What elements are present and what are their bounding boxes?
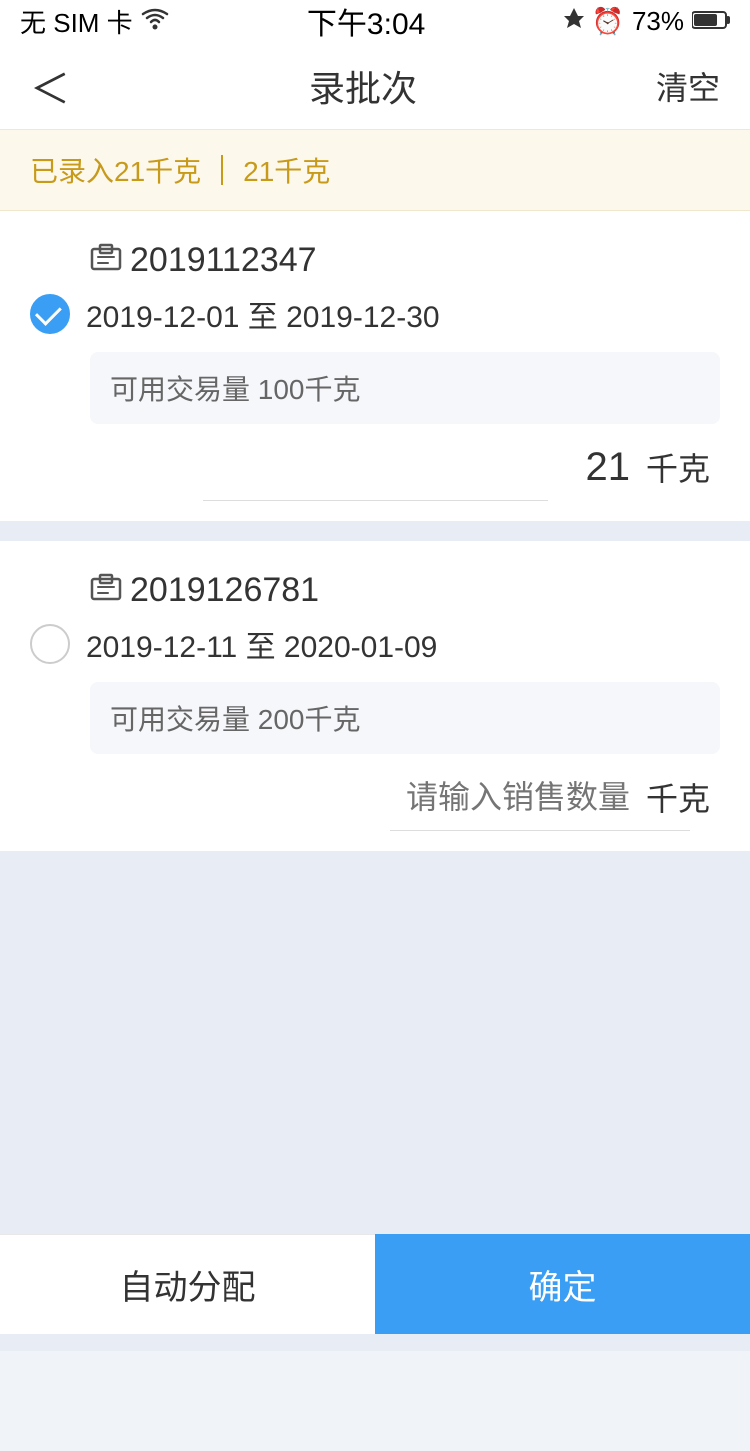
summary-divider [221,155,223,185]
batch-id-row-1: 2019112347 [90,241,720,280]
nav-bar: ＜ 录批次 清空 [0,42,750,130]
auto-distribute-button[interactable]: 自动分配 [0,1234,375,1334]
batch-date-row-1[interactable]: 2019-12-01 至 2019-12-30 [30,292,720,336]
battery-percent: 73% [632,6,684,37]
alarm-icon: ⏰ [592,6,624,37]
status-left: 无 SIM 卡 [20,3,169,40]
section-divider [0,521,750,541]
battery-icon [692,6,730,37]
divider-2 [390,830,690,831]
page-title: 录批次 [309,60,417,112]
batch-radio-2[interactable] [30,624,70,664]
batch-id-1: 2019112347 [130,241,317,280]
batch-quantity-unit-2: 千克 [646,774,710,820]
batch-availability-2: 可用交易量 200千克 [90,682,720,754]
batch-quantity-row-2: 千克 [30,754,720,830]
batch-icon-1 [90,242,122,279]
summary-banner: 已录入21千克 21千克 [0,130,750,211]
confirm-button[interactable]: 确定 [375,1234,750,1334]
no-sim-text: 无 SIM 卡 [20,3,133,40]
status-right: ⏰ 73% [564,6,730,37]
batch-availability-1: 可用交易量 100千克 [90,352,720,424]
back-button[interactable]: ＜ [30,57,70,115]
summary-label: 已录入21千克 [30,150,201,190]
bottom-bar: 自动分配 确定 [0,1234,750,1334]
status-bar: 无 SIM 卡 下午3:04 ⏰ 73% [0,0,750,42]
divider-1 [203,500,548,501]
status-time: 下午3:04 [307,0,425,43]
batch-id-row-2: 2019126781 [90,571,720,610]
batch-quantity-value-1: 21 [585,445,630,490]
batch-date-row-2[interactable]: 2019-12-11 至 2020-01-09 [30,622,720,666]
batch-date-2: 2019-12-11 至 2020-01-09 [86,622,437,666]
batch-item-1: 2019112347 2019-12-01 至 2019-12-30 可用交易量… [0,211,750,521]
batch-quantity-unit-1: 千克 [646,444,710,490]
batch-quantity-row-1: 21 千克 [30,424,720,500]
clear-button[interactable]: 清空 [656,63,720,109]
batch-item-2: 2019126781 2019-12-11 至 2020-01-09 可用交易量… [0,541,750,851]
batch-radio-1[interactable] [30,294,70,334]
batch-id-2: 2019126781 [130,571,319,610]
batch-icon-2 [90,572,122,609]
batch-quantity-input-2[interactable] [330,779,630,816]
summary-amount: 21千克 [243,150,330,190]
batch-date-1: 2019-12-01 至 2019-12-30 [86,292,440,336]
wifi-icon [141,6,169,37]
location-icon [564,6,584,37]
